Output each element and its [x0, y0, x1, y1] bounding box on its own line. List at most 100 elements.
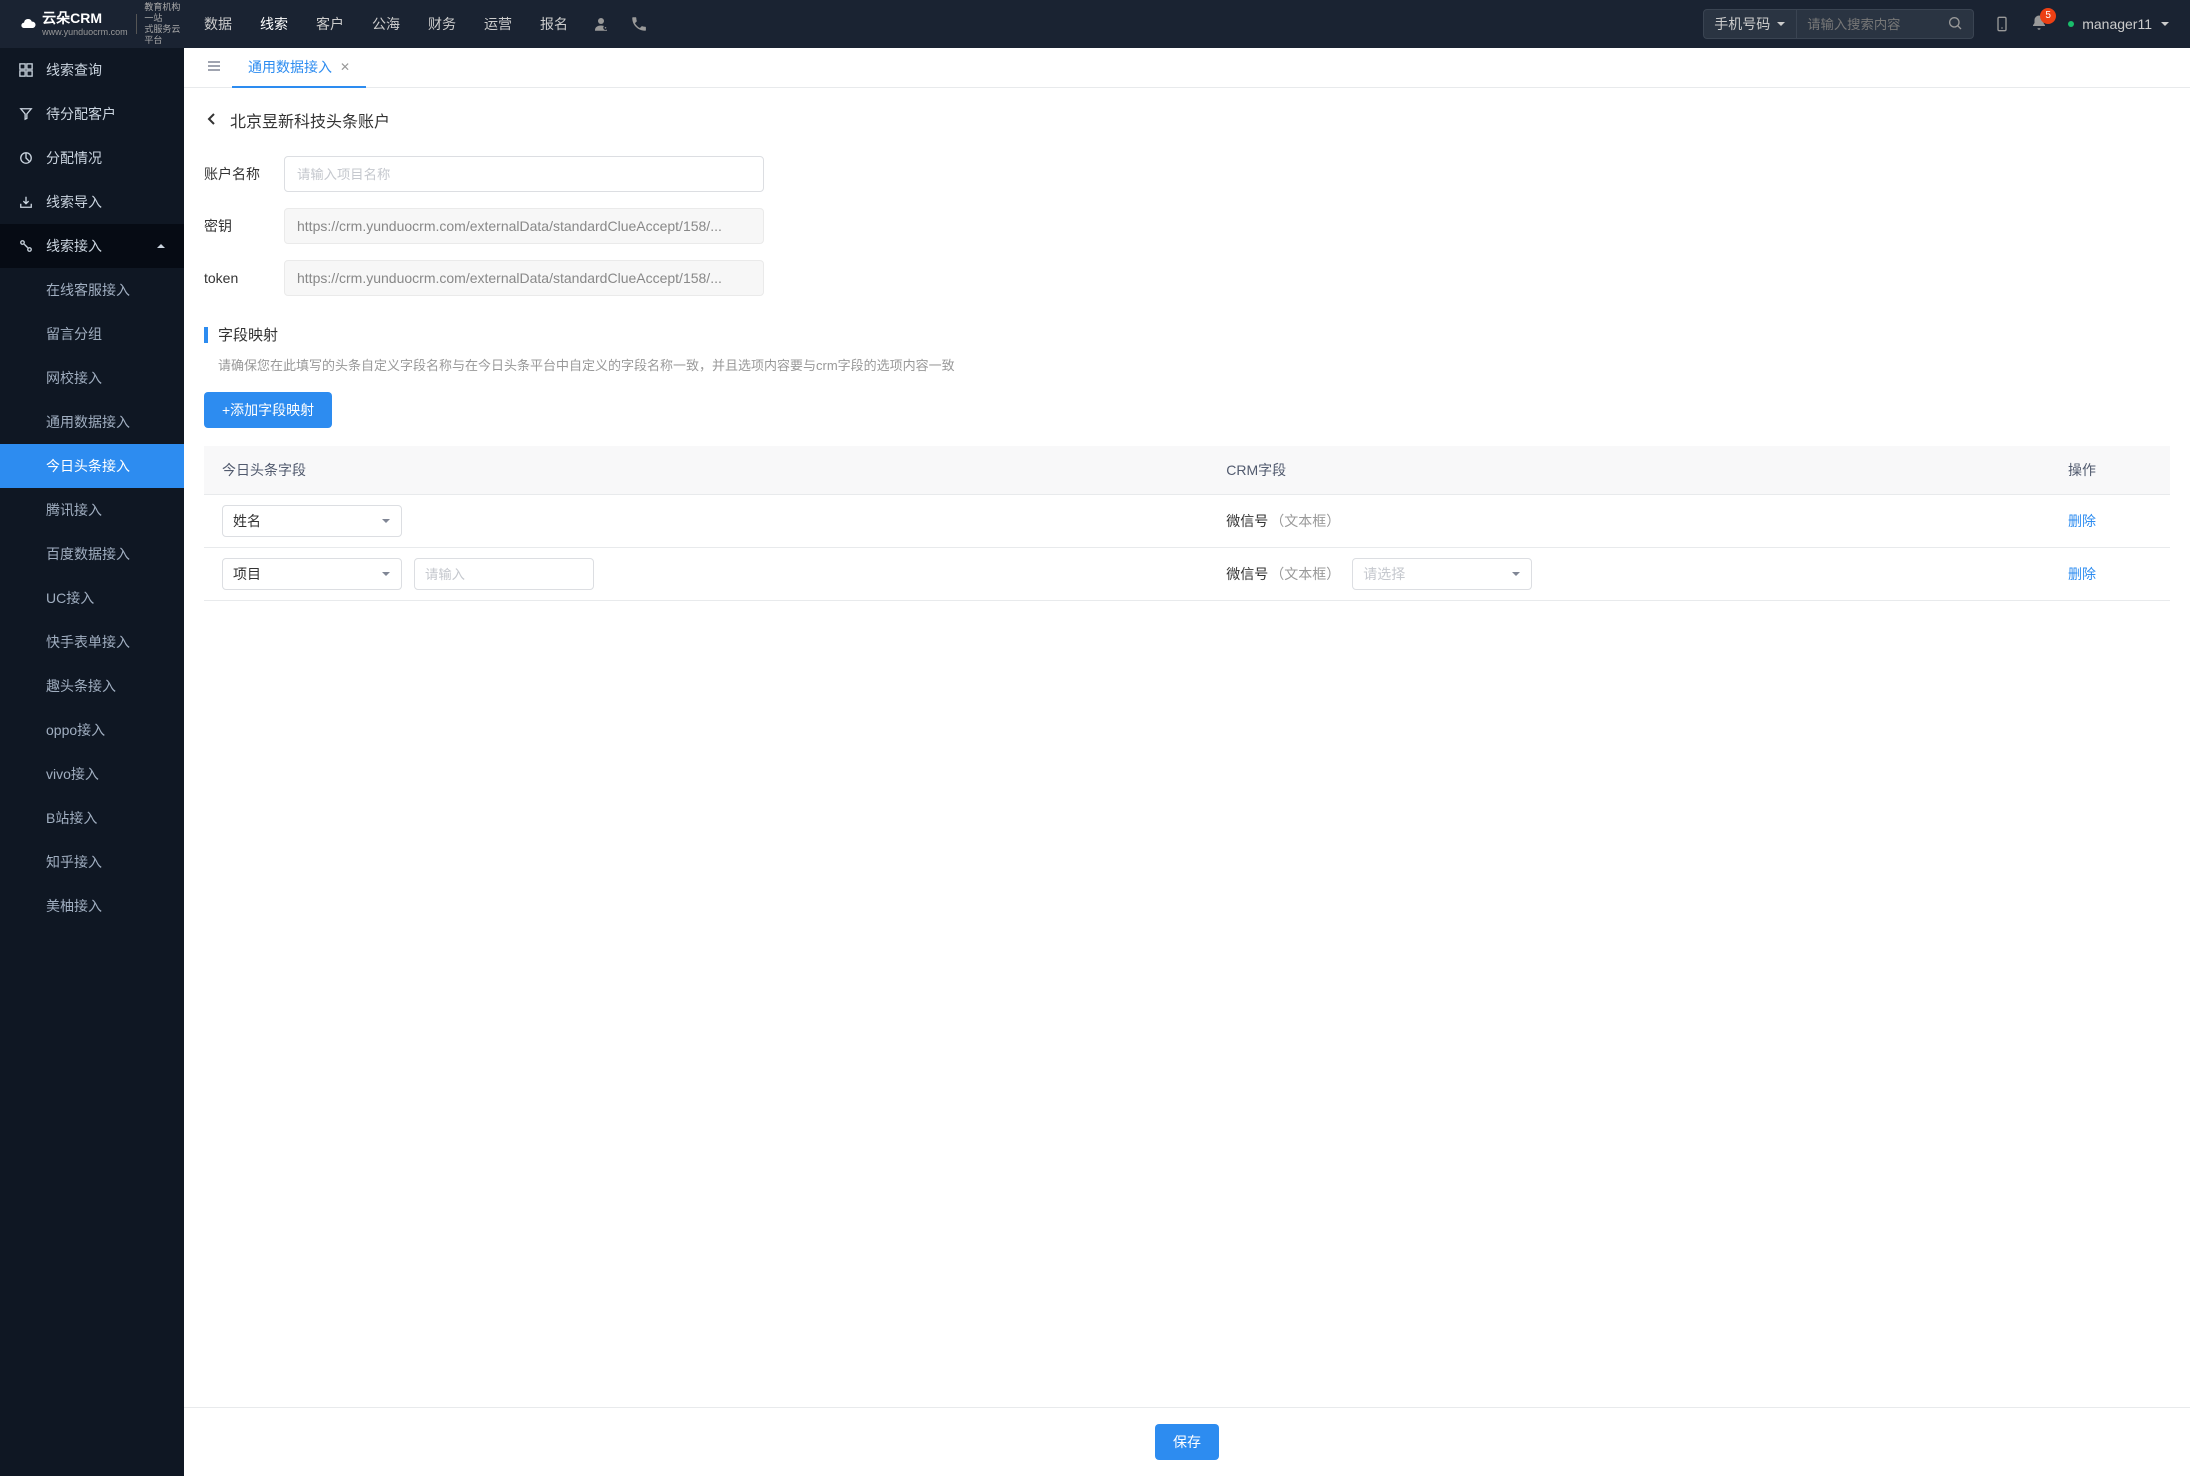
sidebar-sub-tencent[interactable]: 腾讯接入	[0, 488, 184, 532]
delete-row-button[interactable]: 删除	[2068, 566, 2096, 582]
nav-customer[interactable]: 客户	[316, 10, 344, 38]
chevron-down-icon	[381, 513, 391, 529]
sidebar-sub-toutiao[interactable]: 今日头条接入	[0, 444, 184, 488]
sidebar-sub-vivo[interactable]: vivo接入	[0, 752, 184, 796]
toutiao-field-select[interactable]: 项目	[222, 558, 402, 590]
collapse-menu-button[interactable]	[196, 58, 232, 77]
search-input[interactable]	[1797, 17, 1937, 32]
sidebar-sub-oppo[interactable]: oppo接入	[0, 708, 184, 752]
chevron-down-icon	[1776, 19, 1786, 29]
top-header: 云朵CRM www.yunduocrm.com 教育机构一站 式服务云平台 数据…	[0, 0, 2190, 48]
col-crm-field: CRM字段	[1208, 446, 2050, 495]
sidebar-item-access[interactable]: 线索接入	[0, 224, 184, 268]
connect-icon	[18, 238, 34, 254]
notification-button[interactable]: 5	[2030, 14, 2048, 35]
mobile-icon[interactable]	[1994, 15, 2010, 33]
content-area: 北京昱新科技头条账户 账户名称 密钥 https://crm.yunduocrm…	[184, 88, 2190, 1407]
add-mapping-button[interactable]: +添加字段映射	[204, 392, 332, 428]
secret-value[interactable]: https://crm.yunduocrm.com/externalData/s…	[284, 208, 764, 244]
sidebar-sub-zhihu[interactable]: 知乎接入	[0, 840, 184, 884]
user-add-icon[interactable]	[592, 15, 610, 33]
sidebar-sub-generic[interactable]: 通用数据接入	[0, 400, 184, 444]
toutiao-field-select[interactable]: 姓名	[222, 505, 402, 537]
extra-field-input[interactable]	[414, 558, 594, 590]
main-area: 通用数据接入 ✕ 北京昱新科技头条账户 账户名称 密钥 https://crm.…	[184, 48, 2190, 1476]
page-title: 北京昱新科技头条账户	[230, 108, 390, 132]
cloud-logo-icon	[20, 13, 36, 35]
nav-public[interactable]: 公海	[372, 10, 400, 38]
nav-clue[interactable]: 线索	[260, 10, 288, 38]
nav-data[interactable]: 数据	[204, 10, 232, 38]
form-row-secret: 密钥 https://crm.yunduocrm.com/externalDat…	[204, 208, 2170, 244]
save-button[interactable]: 保存	[1155, 1424, 1219, 1460]
section-header: 字段映射	[204, 324, 2170, 345]
nav-enroll[interactable]: 报名	[540, 10, 568, 38]
section-bar	[204, 327, 208, 343]
sidebar-sub-message-group[interactable]: 留言分组	[0, 312, 184, 356]
section-title: 字段映射	[218, 324, 278, 345]
chevron-down-icon	[2160, 19, 2170, 29]
top-right: 手机号码 5 manager11	[1703, 9, 2170, 39]
phone-icon[interactable]	[630, 15, 648, 33]
account-name-input[interactable]	[284, 156, 764, 192]
tab-bar: 通用数据接入 ✕	[184, 48, 2190, 88]
account-label: 账户名称	[204, 164, 284, 184]
sidebar-sub-qutoutiao[interactable]: 趣头条接入	[0, 664, 184, 708]
chevron-up-icon	[156, 238, 166, 254]
search-button[interactable]	[1937, 15, 1973, 34]
status-dot	[2068, 21, 2074, 27]
token-label: token	[204, 270, 284, 286]
sidebar-sub-online-service[interactable]: 在线客服接入	[0, 268, 184, 312]
crm-field-select[interactable]: 请选择	[1352, 558, 1532, 590]
logo-brand-text: 云朵CRM	[42, 10, 128, 27]
chevron-down-icon	[381, 566, 391, 582]
delete-row-button[interactable]: 删除	[2068, 513, 2096, 529]
search-icon	[1947, 15, 1963, 31]
pie-icon	[18, 150, 34, 166]
logo-sub-text: www.yunduocrm.com	[42, 27, 128, 38]
sidebar-sub-meiyou[interactable]: 美柚接入	[0, 884, 184, 928]
sidebar: 线索查询 待分配客户 分配情况 线索导入 线索接入 在线客服接入 留言分组 网校…	[0, 48, 184, 1476]
sidebar-item-import[interactable]: 线索导入	[0, 180, 184, 224]
crm-field-display: 微信号 （文本框）	[1226, 564, 1340, 584]
sidebar-item-pending[interactable]: 待分配客户	[0, 92, 184, 136]
menu-collapse-icon	[206, 58, 222, 74]
logo-area: 云朵CRM www.yunduocrm.com 教育机构一站 式服务云平台	[20, 2, 184, 45]
sidebar-sub-school[interactable]: 网校接入	[0, 356, 184, 400]
sidebar-sub-bilibili[interactable]: B站接入	[0, 796, 184, 840]
crm-field-display: 微信号 （文本框）	[1226, 511, 1340, 531]
search-container: 手机号码	[1703, 9, 1974, 39]
sidebar-item-allocation[interactable]: 分配情况	[0, 136, 184, 180]
sidebar-sub-kuaishou[interactable]: 快手表单接入	[0, 620, 184, 664]
search-type-select[interactable]: 手机号码	[1704, 10, 1797, 38]
user-menu[interactable]: manager11	[2068, 16, 2170, 32]
import-icon	[18, 194, 34, 210]
back-button[interactable]	[204, 111, 220, 130]
sidebar-sub-baidu[interactable]: 百度数据接入	[0, 532, 184, 576]
sidebar-item-clue-query[interactable]: 线索查询	[0, 48, 184, 92]
top-icons-group	[592, 15, 648, 33]
col-toutiao-field: 今日头条字段	[204, 446, 1208, 495]
token-value[interactable]: https://crm.yunduocrm.com/externalData/s…	[284, 260, 764, 296]
sidebar-sub-uc[interactable]: UC接入	[0, 576, 184, 620]
top-nav: 数据 线索 客户 公海 财务 运营 报名	[204, 10, 568, 38]
tab-generic-data[interactable]: 通用数据接入 ✕	[232, 48, 366, 88]
section-desc: 请确保您在此填写的头条自定义字段名称与在今日头条平台中自定义的字段名称一致，并且…	[204, 355, 2170, 374]
breadcrumb: 北京昱新科技头条账户	[204, 108, 2170, 132]
chevron-down-icon	[1511, 566, 1521, 582]
chevron-left-icon	[204, 111, 220, 127]
username: manager11	[2082, 16, 2152, 32]
logo-divider	[136, 14, 137, 34]
col-action: 操作	[2050, 446, 2170, 495]
grid-icon	[18, 62, 34, 78]
secret-label: 密钥	[204, 216, 284, 236]
table-row: 项目 微信号 （文本框）	[204, 548, 2170, 601]
nav-finance[interactable]: 财务	[428, 10, 456, 38]
logo-desc: 教育机构一站 式服务云平台	[144, 2, 184, 45]
form-row-token: token https://crm.yunduocrm.com/external…	[204, 260, 2170, 296]
nav-operation[interactable]: 运营	[484, 10, 512, 38]
tab-close-button[interactable]: ✕	[340, 60, 350, 74]
notification-badge: 5	[2040, 8, 2056, 24]
form-row-account: 账户名称	[204, 156, 2170, 192]
filter-icon	[18, 106, 34, 122]
